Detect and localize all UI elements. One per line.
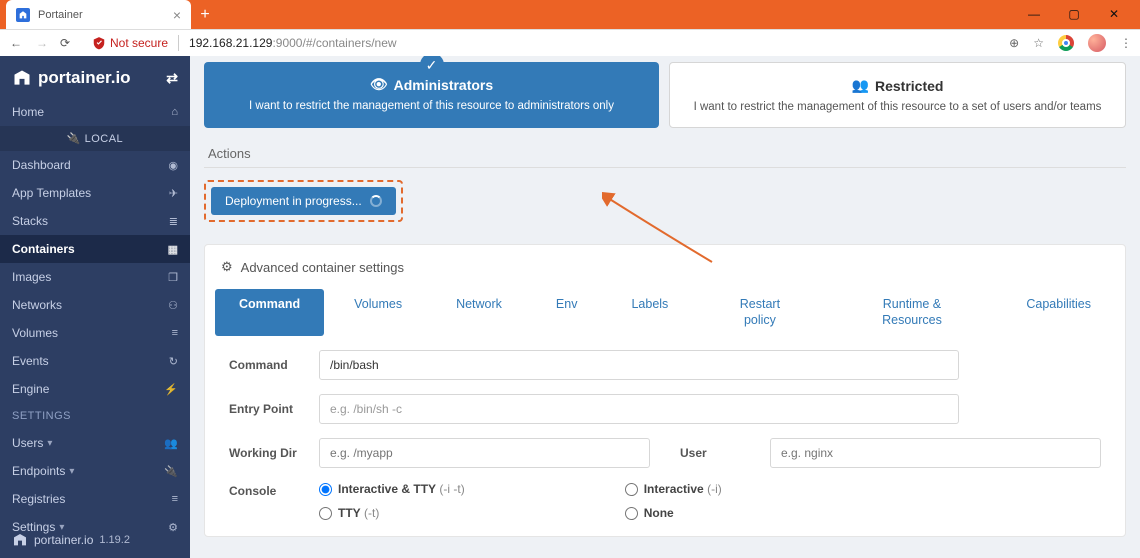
sidebar-item-containers[interactable]: Containers▦ [0, 235, 190, 263]
th-list-icon: ≣ [169, 215, 178, 228]
user-label: User [680, 446, 756, 460]
deploy-highlight: Deployment in progress... [204, 180, 403, 222]
entrypoint-input[interactable] [319, 394, 959, 424]
sidebar-item-engine[interactable]: Engine⚡ [0, 375, 190, 403]
sidebar-item-dashboard[interactable]: Dashboard◉ [0, 151, 190, 179]
sidebar-item-stacks[interactable]: Stacks≣ [0, 207, 190, 235]
sitemap-icon: ⚇ [168, 299, 178, 312]
profile-avatar[interactable] [1088, 34, 1106, 52]
window-controls: — ▢ ✕ [1014, 0, 1134, 29]
access-option-restricted[interactable]: 👥Restricted I want to restrict the manag… [669, 62, 1126, 128]
sidebar-item-endpoints[interactable]: Endpoints▾🔌 [0, 457, 190, 485]
sidebar-footer: portainer.io 1.19.2 [12, 532, 130, 548]
command-input[interactable] [319, 350, 959, 380]
address-bar: ← → ⟳ Not secure 192.168.21.129:9000/#/c… [0, 29, 1140, 56]
sidebar-item-networks[interactable]: Networks⚇ [0, 291, 190, 319]
window-close-button[interactable]: ✕ [1094, 0, 1134, 29]
user-input[interactable] [770, 438, 1101, 468]
console-option-tty[interactable]: TTY (-t) [319, 506, 465, 520]
plug-icon: 🔌 [164, 465, 178, 478]
console-option-none[interactable]: None [625, 506, 722, 520]
rocket-icon: ✈ [169, 187, 178, 200]
tab-volumes[interactable]: Volumes [330, 289, 426, 336]
tab-capabilities[interactable]: Capabilities [1002, 289, 1115, 336]
sidebar-item-apptemplates[interactable]: App Templates✈ [0, 179, 190, 207]
zoom-icon[interactable]: ⊕ [1009, 36, 1019, 50]
tab-restart-policy[interactable]: Restart policy [698, 289, 821, 336]
sidebar-item-users[interactable]: Users▾👥 [0, 429, 190, 457]
tab-title: Portainer [38, 9, 83, 21]
check-icon: ✓ [420, 56, 444, 77]
access-option-administrators[interactable]: ✓ 👁Administrators I want to restrict the… [204, 62, 659, 128]
gear-icon: ⚙ [221, 259, 233, 275]
tab-close-icon[interactable]: × [173, 7, 181, 23]
home-icon: ⌂ [171, 106, 178, 118]
console-option-interactive-tty[interactable]: Interactive & TTY (-i -t) [319, 482, 465, 496]
reload-icon[interactable]: ⟳ [60, 36, 76, 50]
annotation-arrow [602, 192, 722, 272]
bolt-icon: ⚡ [164, 383, 178, 396]
users-icon: 👥 [852, 77, 869, 94]
clone-icon: ❐ [168, 271, 178, 284]
browser-chrome: Portainer × + — ▢ ✕ ← → ⟳ Not secure 192… [0, 0, 1140, 56]
database-icon: ≡ [172, 327, 178, 339]
sidebar-item-volumes[interactable]: Volumes≡ [0, 319, 190, 347]
users-icon: 👥 [164, 437, 178, 450]
sidebar: portainer.io ⇄ Home ⌂ 🔌 LOCAL Dashboard◉… [0, 56, 190, 558]
tab-network[interactable]: Network [432, 289, 526, 336]
tachometer-icon: ◉ [168, 159, 178, 172]
new-tab-button[interactable]: + [196, 6, 214, 24]
console-option-interactive[interactable]: Interactive (-i) [625, 482, 722, 496]
deploy-button[interactable]: Deployment in progress... [211, 187, 396, 215]
sidebar-settings-heading: SETTINGS [0, 403, 190, 429]
actions-heading: Actions [208, 146, 1122, 161]
history-icon: ↻ [169, 355, 178, 368]
advanced-settings-panel: ⚙ Advanced container settings Command Vo… [204, 244, 1126, 537]
server-icon: ▦ [168, 243, 178, 256]
security-chip[interactable]: Not secure [92, 36, 168, 50]
window-minimize-button[interactable]: — [1014, 0, 1054, 29]
entrypoint-label: Entry Point [229, 402, 305, 416]
window-maximize-button[interactable]: ▢ [1054, 0, 1094, 29]
browser-menu-icon[interactable]: ⋮ [1120, 36, 1132, 50]
cogs-icon: ⚙ [168, 521, 178, 534]
logo[interactable]: portainer.io ⇄ [0, 56, 190, 98]
tab-runtime-resources[interactable]: Runtime & Resources [828, 289, 997, 336]
command-label: Command [229, 358, 305, 372]
tab-env[interactable]: Env [532, 289, 602, 336]
url-display[interactable]: 192.168.21.129:9000/#/containers/new [189, 36, 397, 50]
tab-labels[interactable]: Labels [607, 289, 692, 336]
database-icon: ≡ [172, 493, 178, 505]
tab-favicon [16, 8, 30, 22]
sidebar-local-header[interactable]: 🔌 LOCAL [0, 126, 190, 151]
sidebar-item-images[interactable]: Images❐ [0, 263, 190, 291]
sidebar-item-registries[interactable]: Registries≡ [0, 485, 190, 513]
plug-icon: 🔌 [67, 133, 81, 145]
bookmark-icon[interactable]: ☆ [1033, 36, 1044, 50]
nav-back-icon[interactable]: ← [8, 36, 24, 50]
sidebar-toggle-icon[interactable]: ⇄ [166, 70, 178, 87]
nav-forward-icon[interactable]: → [34, 36, 50, 50]
spinner-icon [370, 195, 382, 207]
chrome-icon[interactable] [1058, 35, 1074, 51]
sidebar-item-events[interactable]: Events↻ [0, 347, 190, 375]
eye-slash-icon: 👁 [370, 76, 388, 93]
browser-tab[interactable]: Portainer × [6, 0, 191, 29]
tab-command[interactable]: Command [215, 289, 324, 336]
workdir-label: Working Dir [229, 446, 305, 460]
workdir-input[interactable] [319, 438, 650, 468]
console-label: Console [229, 482, 305, 498]
sidebar-item-home[interactable]: Home ⌂ [0, 98, 190, 126]
